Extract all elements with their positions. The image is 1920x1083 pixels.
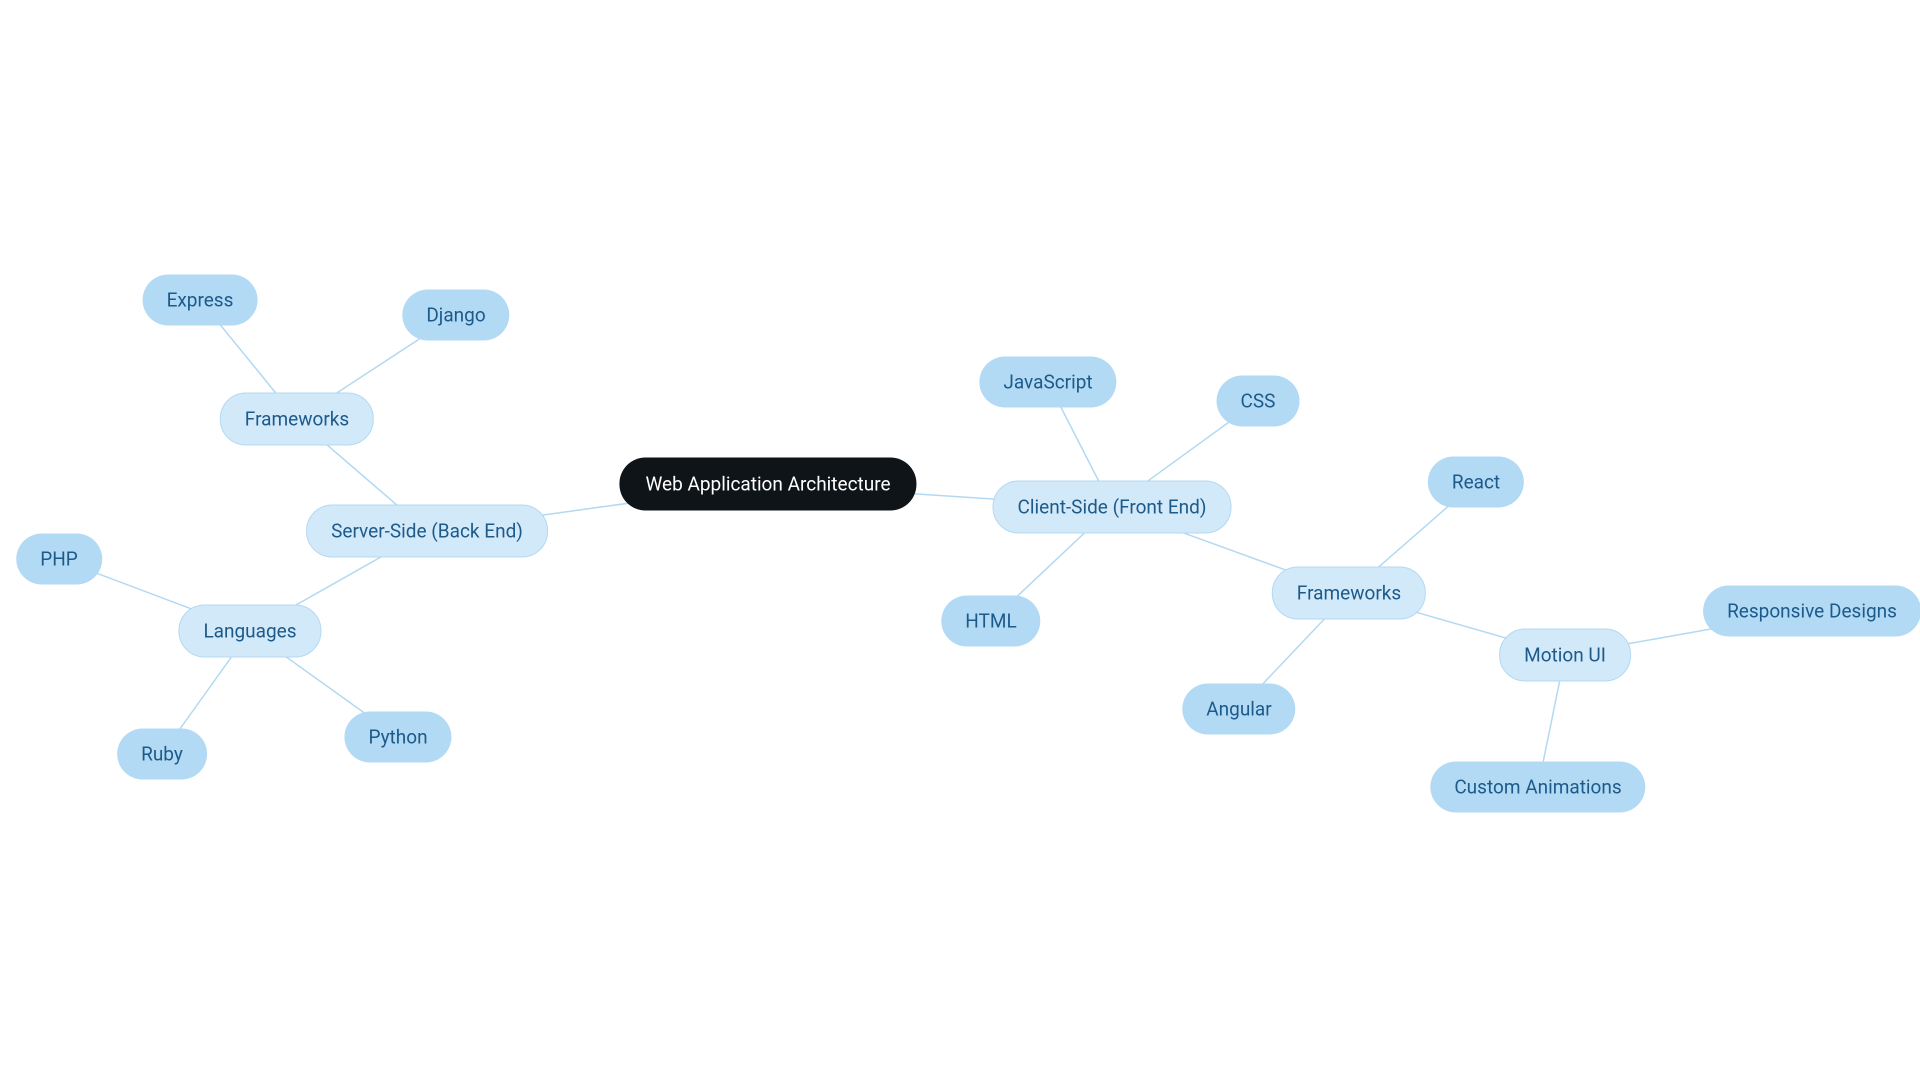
node-express[interactable]: Express [143, 275, 258, 326]
node-angular[interactable]: Angular [1182, 684, 1295, 735]
node-client-frameworks[interactable]: Frameworks [1272, 567, 1426, 620]
node-django[interactable]: Django [402, 290, 509, 341]
node-react[interactable]: React [1428, 457, 1524, 508]
node-server-languages[interactable]: Languages [178, 605, 321, 658]
edge-layer [0, 0, 1920, 1083]
node-responsive-designs[interactable]: Responsive Designs [1703, 586, 1920, 637]
node-custom-animations[interactable]: Custom Animations [1430, 762, 1645, 813]
node-server-frameworks[interactable]: Frameworks [220, 393, 374, 446]
node-client-side[interactable]: Client-Side (Front End) [993, 481, 1232, 534]
node-ruby[interactable]: Ruby [117, 729, 207, 780]
node-php[interactable]: PHP [16, 534, 102, 585]
node-javascript[interactable]: JavaScript [979, 357, 1116, 408]
node-root[interactable]: Web Application Architecture [619, 458, 916, 511]
node-python[interactable]: Python [344, 712, 451, 763]
node-server-side[interactable]: Server-Side (Back End) [306, 505, 548, 558]
node-css[interactable]: CSS [1217, 376, 1300, 427]
node-html[interactable]: HTML [941, 596, 1040, 647]
node-motion-ui[interactable]: Motion UI [1499, 629, 1631, 682]
